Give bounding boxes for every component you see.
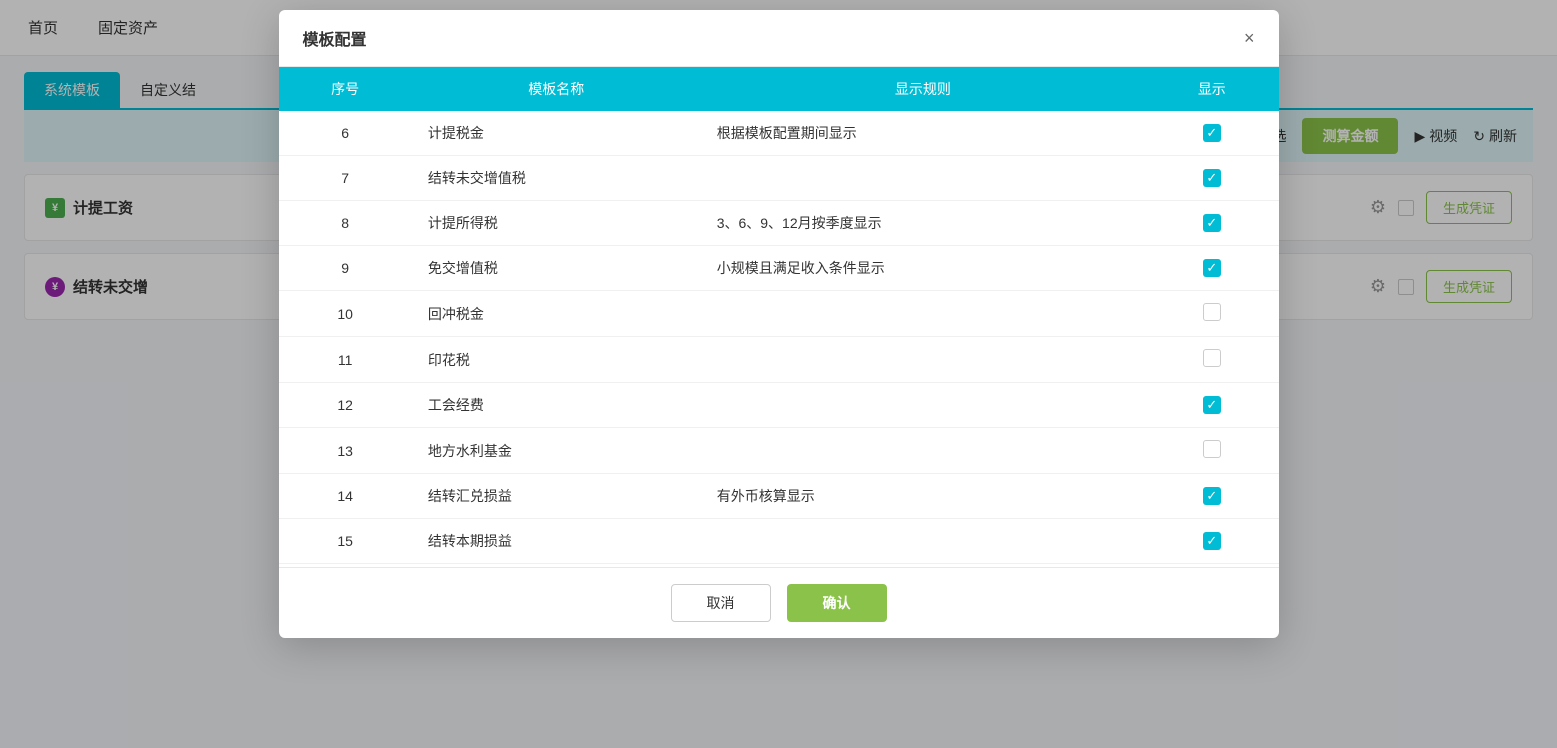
cell-check-7 bbox=[1145, 428, 1278, 474]
cell-rule-6 bbox=[701, 383, 1145, 428]
col-header-id: 序号 bbox=[279, 67, 412, 111]
cell-id-8: 14 bbox=[279, 474, 412, 519]
col-header-display: 显示 bbox=[1145, 67, 1278, 111]
table-body: 6计提税金根据模板配置期间显示✓7结转未交增值税✓8计提所得税3、6、9、12月… bbox=[279, 111, 1279, 567]
cell-rule-10: 12月份显示 bbox=[701, 564, 1145, 568]
cell-id-4: 10 bbox=[279, 291, 412, 337]
modal-title: 模板配置 bbox=[303, 26, 367, 50]
cell-name-7: 地方水利基金 bbox=[412, 428, 701, 474]
cell-id-3: 9 bbox=[279, 246, 412, 291]
cell-name-10: 结转未分配利润 bbox=[412, 564, 701, 568]
table-row: 9免交增值税小规模且满足收入条件显示 ✓ bbox=[279, 246, 1279, 291]
table-row: 12工会经费 ✓ bbox=[279, 383, 1279, 428]
cell-name-5: 印花税 bbox=[412, 337, 701, 383]
cell-name-3: 免交增值税 bbox=[412, 246, 701, 291]
cell-rule-0: 根据模板配置期间显示 bbox=[701, 111, 1145, 156]
cell-rule-9 bbox=[701, 519, 1145, 564]
table-row: 7结转未交增值税 ✓ bbox=[279, 156, 1279, 201]
table-header-row: 序号 模板名称 显示规则 显示 bbox=[279, 67, 1279, 111]
modal-body: 序号 模板名称 显示规则 显示 6计提税金根据模板配置期间显示✓7结转未交增值税… bbox=[279, 67, 1279, 567]
cell-name-0: 计提税金 bbox=[412, 111, 701, 156]
cell-rule-8: 有外币核算显示 bbox=[701, 474, 1145, 519]
checkbox-checked-1[interactable]: ✓ bbox=[1203, 169, 1221, 187]
col-header-name: 模板名称 bbox=[412, 67, 701, 111]
table-row: 14结转汇兑损益有外币核算显示 ✓ bbox=[279, 474, 1279, 519]
table-row: 13地方水利基金 bbox=[279, 428, 1279, 474]
cell-check-6: ✓ bbox=[1145, 383, 1278, 428]
cell-id-9: 15 bbox=[279, 519, 412, 564]
table-row: 15结转本期损益 ✓ bbox=[279, 519, 1279, 564]
cell-rule-5 bbox=[701, 337, 1145, 383]
cell-name-1: 结转未交增值税 bbox=[412, 156, 701, 201]
checkbox-unchecked-5[interactable] bbox=[1203, 349, 1221, 367]
cell-id-7: 13 bbox=[279, 428, 412, 474]
modal-template-config: 模板配置 × 序号 模板名称 显示规则 显示 6计提税金根据模板配置期间显 bbox=[279, 10, 1279, 638]
cell-rule-3: 小规模且满足收入条件显示 bbox=[701, 246, 1145, 291]
cell-id-5: 11 bbox=[279, 337, 412, 383]
table-scroll[interactable]: 序号 模板名称 显示规则 显示 6计提税金根据模板配置期间显示✓7结转未交增值税… bbox=[279, 67, 1279, 567]
modal-footer: 取消 确认 bbox=[279, 567, 1279, 638]
table-row: 6计提税金根据模板配置期间显示 ✓ bbox=[279, 111, 1279, 156]
cell-rule-2: 3、6、9、12月按季度显示 bbox=[701, 201, 1145, 246]
cancel-button[interactable]: 取消 bbox=[671, 584, 771, 622]
confirm-button[interactable]: 确认 bbox=[787, 584, 887, 622]
cell-name-2: 计提所得税 bbox=[412, 201, 701, 246]
checkbox-checked-8[interactable]: ✓ bbox=[1203, 487, 1221, 505]
cell-name-4: 回冲税金 bbox=[412, 291, 701, 337]
cell-rule-7 bbox=[701, 428, 1145, 474]
cell-check-0: ✓ bbox=[1145, 111, 1278, 156]
checkbox-unchecked-4[interactable] bbox=[1203, 303, 1221, 321]
cell-name-8: 结转汇兑损益 bbox=[412, 474, 701, 519]
col-header-rule: 显示规则 bbox=[701, 67, 1145, 111]
cell-check-2: ✓ bbox=[1145, 201, 1278, 246]
cell-id-1: 7 bbox=[279, 156, 412, 201]
config-table: 序号 模板名称 显示规则 显示 6计提税金根据模板配置期间显示✓7结转未交增值税… bbox=[279, 67, 1279, 567]
table-row: 8计提所得税3、6、9、12月按季度显示 ✓ bbox=[279, 201, 1279, 246]
cell-rule-1 bbox=[701, 156, 1145, 201]
cell-id-0: 6 bbox=[279, 111, 412, 156]
cell-check-3: ✓ bbox=[1145, 246, 1278, 291]
cell-check-4 bbox=[1145, 291, 1278, 337]
cell-check-9: ✓ bbox=[1145, 519, 1278, 564]
checkbox-unchecked-7[interactable] bbox=[1203, 440, 1221, 458]
table-row: 16结转未分配利润12月份显示✓ bbox=[279, 564, 1279, 568]
checkbox-checked-2[interactable]: ✓ bbox=[1203, 214, 1221, 232]
table-row: 10回冲税金 bbox=[279, 291, 1279, 337]
cell-id-2: 8 bbox=[279, 201, 412, 246]
table-row: 11印花税 bbox=[279, 337, 1279, 383]
cell-name-6: 工会经费 bbox=[412, 383, 701, 428]
cell-check-1: ✓ bbox=[1145, 156, 1278, 201]
modal-header: 模板配置 × bbox=[279, 10, 1279, 67]
cell-id-6: 12 bbox=[279, 383, 412, 428]
checkbox-checked-3[interactable]: ✓ bbox=[1203, 259, 1221, 277]
cell-id-10: 16 bbox=[279, 564, 412, 568]
cell-check-5 bbox=[1145, 337, 1278, 383]
checkbox-checked-6[interactable]: ✓ bbox=[1203, 396, 1221, 414]
cell-name-9: 结转本期损益 bbox=[412, 519, 701, 564]
modal-overlay: 模板配置 × 序号 模板名称 显示规则 显示 6计提税金根据模板配置期间显 bbox=[0, 0, 1557, 748]
modal-close-button[interactable]: × bbox=[1244, 29, 1255, 47]
cell-check-8: ✓ bbox=[1145, 474, 1278, 519]
cell-rule-4 bbox=[701, 291, 1145, 337]
checkbox-checked-9[interactable]: ✓ bbox=[1203, 532, 1221, 550]
checkbox-checked-0[interactable]: ✓ bbox=[1203, 124, 1221, 142]
cell-check-10: ✓ bbox=[1145, 564, 1278, 568]
